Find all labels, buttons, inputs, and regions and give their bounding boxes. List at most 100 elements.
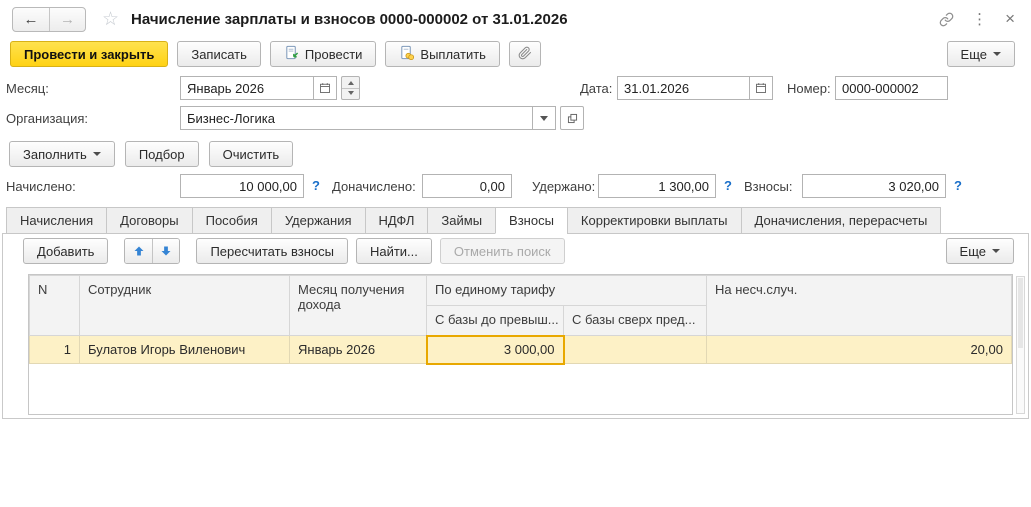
- spinner-down-button[interactable]: [342, 87, 359, 100]
- titlebar-actions: ⋮ ×: [939, 9, 1019, 29]
- col-header-employee: Сотрудник: [79, 275, 290, 336]
- tab-strip: Начисления Договоры Пособия Удержания НД…: [0, 206, 1031, 234]
- col-header-n: N: [29, 275, 80, 336]
- favorite-star-icon[interactable]: ☆: [102, 10, 119, 29]
- move-row-up-button[interactable]: [125, 239, 153, 263]
- pay-button[interactable]: Выплатить: [385, 41, 500, 67]
- col-header-accident: На несч.случ.: [706, 275, 1012, 336]
- organization-dropdown-button[interactable]: [532, 106, 556, 130]
- save-button[interactable]: Записать: [177, 41, 261, 67]
- col-header-base-under: С базы до превыш...: [426, 305, 564, 336]
- accrued-label: Начислено:: [6, 179, 76, 194]
- withheld-help-link[interactable]: ?: [724, 178, 732, 193]
- organization-input[interactable]: [180, 106, 532, 130]
- contributions-help-link[interactable]: ?: [954, 178, 962, 193]
- month-row: Месяц: Дата:: [0, 76, 1031, 102]
- tab-zaymy[interactable]: Займы: [427, 207, 497, 234]
- nav-history-group: ← →: [12, 6, 86, 32]
- date-label: Дата:: [580, 81, 613, 96]
- grid-toolbar: Добавить Пересчитать взносы Найти... Отм…: [23, 238, 1014, 264]
- tab-korrektirovki-vyplaty[interactable]: Корректировки выплаты: [566, 207, 742, 234]
- col-header-unified-tariff: По единому тарифу: [425, 275, 708, 306]
- chevron-down-icon: [540, 116, 548, 125]
- organization-input-group: [180, 106, 556, 130]
- withheld-label: Удержано:: [532, 179, 596, 194]
- scrollbar-thumb[interactable]: [1018, 278, 1023, 348]
- cell-base-over[interactable]: [562, 335, 708, 364]
- page-title: Начисление зарплаты и взносов 0000-00000…: [131, 10, 568, 28]
- organization-open-button[interactable]: [560, 106, 584, 130]
- tab-vznosy[interactable]: Взносы: [495, 207, 568, 234]
- cell-row-number[interactable]: 1: [29, 335, 80, 364]
- get-link-icon[interactable]: [939, 12, 954, 27]
- tab-posobiya[interactable]: Пособия: [191, 207, 272, 234]
- number-input[interactable]: [835, 76, 948, 100]
- date-input[interactable]: [617, 76, 749, 100]
- arrow-down-icon: [161, 246, 171, 256]
- move-row-down-button[interactable]: [152, 239, 180, 263]
- cell-income-month[interactable]: Январь 2026: [289, 335, 427, 364]
- move-row-group: [124, 238, 181, 264]
- accrued-help-link[interactable]: ?: [312, 178, 320, 193]
- tab-donachisleniya-pereraschety[interactable]: Доначисления, перерасчеты: [740, 207, 942, 234]
- clear-button[interactable]: Очистить: [208, 141, 294, 167]
- chevron-down-icon: [993, 52, 1001, 60]
- date-input-group: [617, 76, 773, 100]
- number-label: Номер:: [787, 81, 831, 96]
- fill-button[interactable]: Заполнить: [9, 141, 115, 167]
- table-row: 1 Булатов Игорь Виленович Январь 2026 3 …: [29, 334, 1012, 365]
- cell-base-under-selected[interactable]: 3 000,00: [425, 334, 565, 365]
- post-document-icon: [284, 45, 299, 63]
- recalculate-contributions-button[interactable]: Пересчитать взносы: [196, 238, 348, 264]
- back-button[interactable]: ←: [13, 8, 49, 31]
- tab-uderzhaniya[interactable]: Удержания: [270, 207, 366, 234]
- more-button-top[interactable]: Еще: [946, 41, 1015, 67]
- accrued-input[interactable]: [180, 174, 304, 198]
- post-button[interactable]: Провести: [269, 41, 377, 67]
- calendar-icon: [756, 83, 766, 93]
- month-spinner: [341, 76, 360, 100]
- withheld-input[interactable]: [598, 174, 716, 198]
- tab-dogovory[interactable]: Договоры: [106, 207, 193, 234]
- contributions-label: Взносы:: [744, 179, 793, 194]
- cell-accident[interactable]: 20,00: [706, 335, 1012, 364]
- col-header-income-month: Месяц получения дохода: [289, 275, 427, 336]
- command-bar: Провести и закрыть Записать Провести Вып…: [0, 38, 1031, 70]
- paperclip-icon: [518, 46, 532, 63]
- open-form-icon: [567, 113, 577, 123]
- added-label: Доначислено:: [332, 179, 416, 194]
- contributions-grid: N Сотрудник Месяц получения дохода По ед…: [28, 274, 1013, 415]
- chevron-down-icon: [92, 152, 101, 160]
- cell-employee[interactable]: Булатов Игорь Виленович: [79, 335, 290, 364]
- titlebar: ← → ☆ Начисление зарплаты и взносов 0000…: [0, 0, 1031, 38]
- pay-document-icon: [399, 45, 415, 63]
- contributions-input[interactable]: [802, 174, 946, 198]
- contributions-tab-panel: Добавить Пересчитать взносы Найти... Отм…: [2, 233, 1029, 419]
- add-row-button[interactable]: Добавить: [23, 238, 109, 264]
- tab-nachisleniya[interactable]: Начисления: [6, 207, 108, 234]
- month-calendar-button[interactable]: [313, 76, 337, 100]
- post-and-close-button[interactable]: Провести и закрыть: [10, 41, 169, 67]
- tab-ndfl[interactable]: НДФЛ: [364, 207, 429, 234]
- vertical-scrollbar[interactable]: [1016, 276, 1025, 414]
- month-input-group: [180, 76, 337, 100]
- month-input[interactable]: [180, 76, 313, 100]
- fill-actions-row: Заполнить Подбор Очистить: [0, 140, 1031, 168]
- pick-button[interactable]: Подбор: [124, 141, 199, 167]
- attachments-button[interactable]: [508, 41, 541, 67]
- document-window: ← → ☆ Начисление зарплаты и взносов 0000…: [0, 0, 1031, 507]
- chevron-down-icon: [992, 249, 1000, 257]
- month-label: Месяц:: [6, 81, 49, 96]
- forward-button[interactable]: →: [49, 7, 85, 31]
- find-button[interactable]: Найти...: [355, 238, 432, 264]
- col-header-base-over: С базы сверх пред...: [562, 305, 708, 336]
- organization-label: Организация:: [6, 111, 89, 126]
- added-input[interactable]: [422, 174, 512, 198]
- more-menu-icon[interactable]: ⋮: [972, 10, 987, 28]
- more-button-grid[interactable]: Еще: [945, 238, 1014, 264]
- close-icon[interactable]: ×: [1005, 9, 1015, 29]
- spinner-up-button[interactable]: [342, 77, 359, 88]
- organization-row: Организация:: [0, 106, 1031, 132]
- date-calendar-button[interactable]: [749, 76, 773, 100]
- cancel-search-button: Отменить поиск: [439, 238, 565, 264]
